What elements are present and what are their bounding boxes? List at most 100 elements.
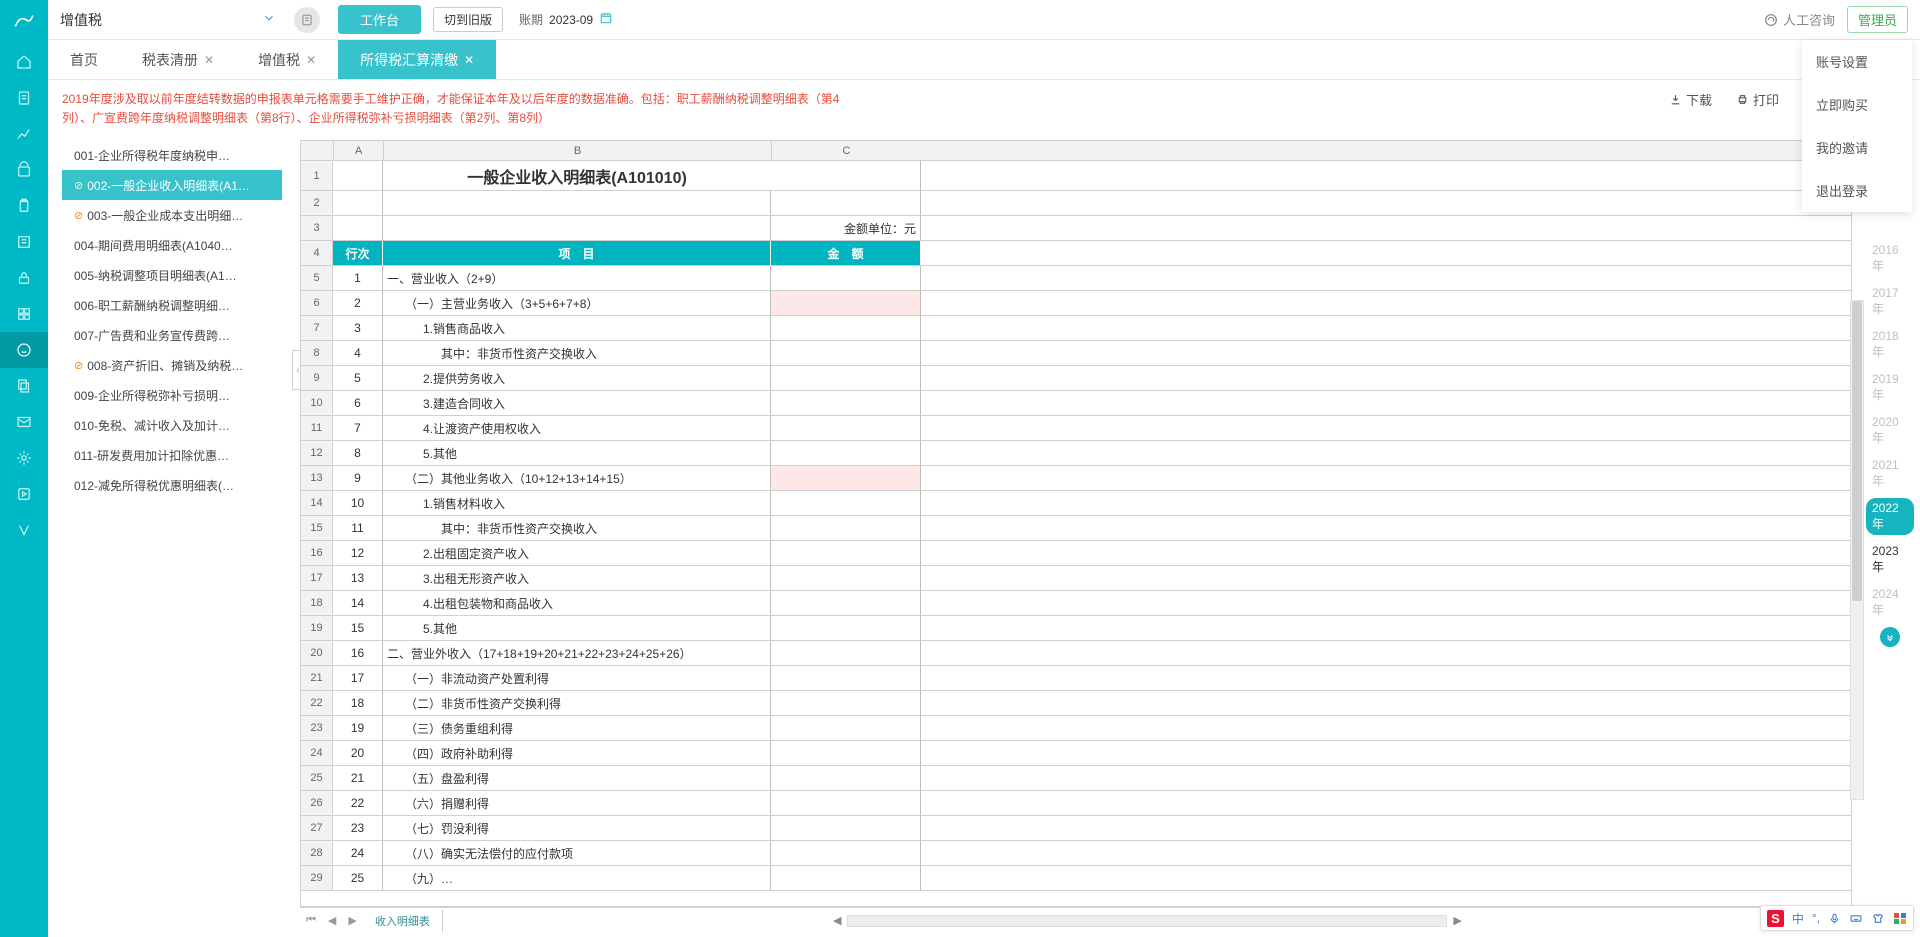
cell[interactable] [771, 516, 921, 540]
horizontal-scrollbar[interactable]: ◀▶ [443, 914, 1852, 927]
year-pill[interactable]: 2020年 [1866, 412, 1914, 449]
period-value[interactable]: 2023-09 [549, 13, 593, 27]
col-header-a[interactable]: A [333, 141, 383, 161]
ime-tools-icon[interactable] [1893, 912, 1907, 925]
cell[interactable]: 10 [333, 491, 383, 515]
cell[interactable]: 1.销售商品收入 [383, 316, 771, 340]
cell[interactable]: 11 [333, 516, 383, 540]
cell[interactable]: 3.建造合同收入 [383, 391, 771, 415]
cell[interactable] [771, 841, 921, 865]
table-row[interactable]: 16122.出租固定资产收入 [301, 541, 1851, 566]
doc-list-item[interactable]: 012-减免所得税优惠明细表(… [62, 470, 282, 500]
admin-menu-item[interactable]: 我的邀请 [1802, 126, 1912, 169]
nav-home-icon[interactable] [0, 44, 48, 80]
ime-keyboard-icon[interactable] [1849, 912, 1863, 925]
cell[interactable]: 4.出租包装物和商品收入 [383, 591, 771, 615]
cell[interactable] [771, 566, 921, 590]
year-pill[interactable]: 2016年 [1866, 240, 1914, 277]
cell[interactable]: 4 [333, 341, 383, 365]
table-row[interactable]: 2016二、营业外收入（17+18+19+20+21+22+23+24+25+2… [301, 641, 1851, 666]
doc-list-item[interactable]: 007-广告费和业务宣传费跨… [62, 320, 282, 350]
sheet-nav-next[interactable]: ▶ [342, 914, 362, 927]
cell[interactable]: 7 [333, 416, 383, 440]
cell[interactable] [771, 491, 921, 515]
col-header-b[interactable]: B [383, 141, 771, 161]
cell[interactable]: 3 [333, 316, 383, 340]
doc-list-item[interactable]: 009-企业所得税弥补亏损明… [62, 380, 282, 410]
table-row[interactable]: 2824（八）确实无法偿付的应付款项 [301, 841, 1851, 866]
doc-list-item[interactable]: 006-职工薪酬纳税调整明细… [62, 290, 282, 320]
table-row[interactable]: 2218（二）非货币性资产交换利得 [301, 691, 1851, 716]
col-header-c[interactable]: C [771, 141, 921, 161]
table-row[interactable]: 2420（四）政府补助利得 [301, 741, 1851, 766]
module-dropdown-label[interactable]: 增值税 [60, 10, 102, 30]
doc-list-item[interactable]: 004-期间费用明细表(A1040… [62, 230, 282, 260]
cell[interactable]: （八）确实无法偿付的应付款项 [383, 841, 771, 865]
table-row[interactable]: 2723（七）罚没利得 [301, 816, 1851, 841]
cell[interactable]: （五）盘盈利得 [383, 766, 771, 790]
table-row[interactable]: 1174.让渡资产使用权收入 [301, 416, 1851, 441]
calendar-icon[interactable] [599, 11, 613, 28]
sheet-nav-prev[interactable]: ◀ [322, 914, 342, 927]
workbench-button[interactable]: 工作台 [338, 5, 421, 34]
cell[interactable]: （二）非货币性资产交换利得 [383, 691, 771, 715]
close-icon[interactable]: ✕ [464, 53, 474, 67]
cell[interactable]: 9 [333, 466, 383, 490]
cell[interactable] [771, 716, 921, 740]
cell[interactable]: （三）债务重组利得 [383, 716, 771, 740]
cell[interactable] [771, 291, 921, 315]
cell[interactable] [771, 341, 921, 365]
ime-punct-icon[interactable]: °, [1812, 911, 1820, 925]
admin-menu-item[interactable]: 立即购买 [1802, 83, 1912, 126]
nav-lock-icon[interactable] [0, 260, 48, 296]
cell[interactable] [771, 416, 921, 440]
tab[interactable]: 增值税✕ [236, 40, 338, 79]
cell[interactable]: （六）捐赠利得 [383, 791, 771, 815]
cell[interactable]: 其中：非货币性资产交换收入 [383, 516, 771, 540]
cell[interactable]: 24 [333, 841, 383, 865]
admin-menu-item[interactable]: 账号设置 [1802, 40, 1912, 83]
doc-list-item[interactable]: ⊘003-一般企业成本支出明细… [62, 200, 282, 230]
ime-lang[interactable]: 中 [1792, 910, 1804, 927]
close-icon[interactable]: ✕ [306, 53, 316, 67]
cell[interactable] [771, 691, 921, 715]
cell[interactable]: 一、营业收入（2+9） [383, 266, 771, 290]
table-row[interactable]: 952.提供劳务收入 [301, 366, 1851, 391]
table-row[interactable]: 731.销售商品收入 [301, 316, 1851, 341]
cell[interactable]: 19 [333, 716, 383, 740]
nav-copy-icon[interactable] [0, 368, 48, 404]
cell[interactable]: 12 [333, 541, 383, 565]
table-row[interactable]: 2521（五）盘盈利得 [301, 766, 1851, 791]
cell[interactable]: 2.出租固定资产收入 [383, 541, 771, 565]
cell[interactable]: （九）… [383, 866, 771, 890]
table-row[interactable]: 17133.出租无形资产收入 [301, 566, 1851, 591]
cell[interactable]: 5.其他 [383, 441, 771, 465]
cell[interactable] [771, 741, 921, 765]
cell[interactable]: （七）罚没利得 [383, 816, 771, 840]
note-icon-button[interactable] [294, 7, 320, 33]
cell[interactable] [771, 641, 921, 665]
cell[interactable] [771, 666, 921, 690]
table-row[interactable]: 19155.其他 [301, 616, 1851, 641]
table-row[interactable]: 2622（六）捐赠利得 [301, 791, 1851, 816]
cell[interactable]: 17 [333, 666, 383, 690]
nav-form-icon[interactable] [0, 224, 48, 260]
year-pill[interactable]: 2023年 [1866, 541, 1914, 578]
cell[interactable]: 22 [333, 791, 383, 815]
cell[interactable]: 二、营业外收入（17+18+19+20+21+22+23+24+25+26） [383, 641, 771, 665]
sheet-tab[interactable]: 收入明细表 [363, 910, 443, 932]
year-pill[interactable]: 2019年 [1866, 369, 1914, 406]
download-button[interactable]: 下载 [1669, 90, 1712, 109]
vertical-scrollbar[interactable] [1850, 300, 1864, 800]
table-row[interactable]: 2117（一）非流动资产处置利得 [301, 666, 1851, 691]
cell[interactable]: 5 [333, 366, 383, 390]
tab[interactable]: 首页 [48, 40, 120, 79]
cell[interactable] [771, 766, 921, 790]
table-row[interactable]: 2925（九）… [301, 866, 1851, 891]
cell[interactable]: 18 [333, 691, 383, 715]
doc-list-item[interactable]: ⊘002-一般企业收入明细表(A1… [62, 170, 282, 200]
cell[interactable] [771, 816, 921, 840]
cell[interactable]: 1.销售材料收入 [383, 491, 771, 515]
nav-chart-icon[interactable] [0, 116, 48, 152]
nav-clipboard-icon[interactable] [0, 188, 48, 224]
